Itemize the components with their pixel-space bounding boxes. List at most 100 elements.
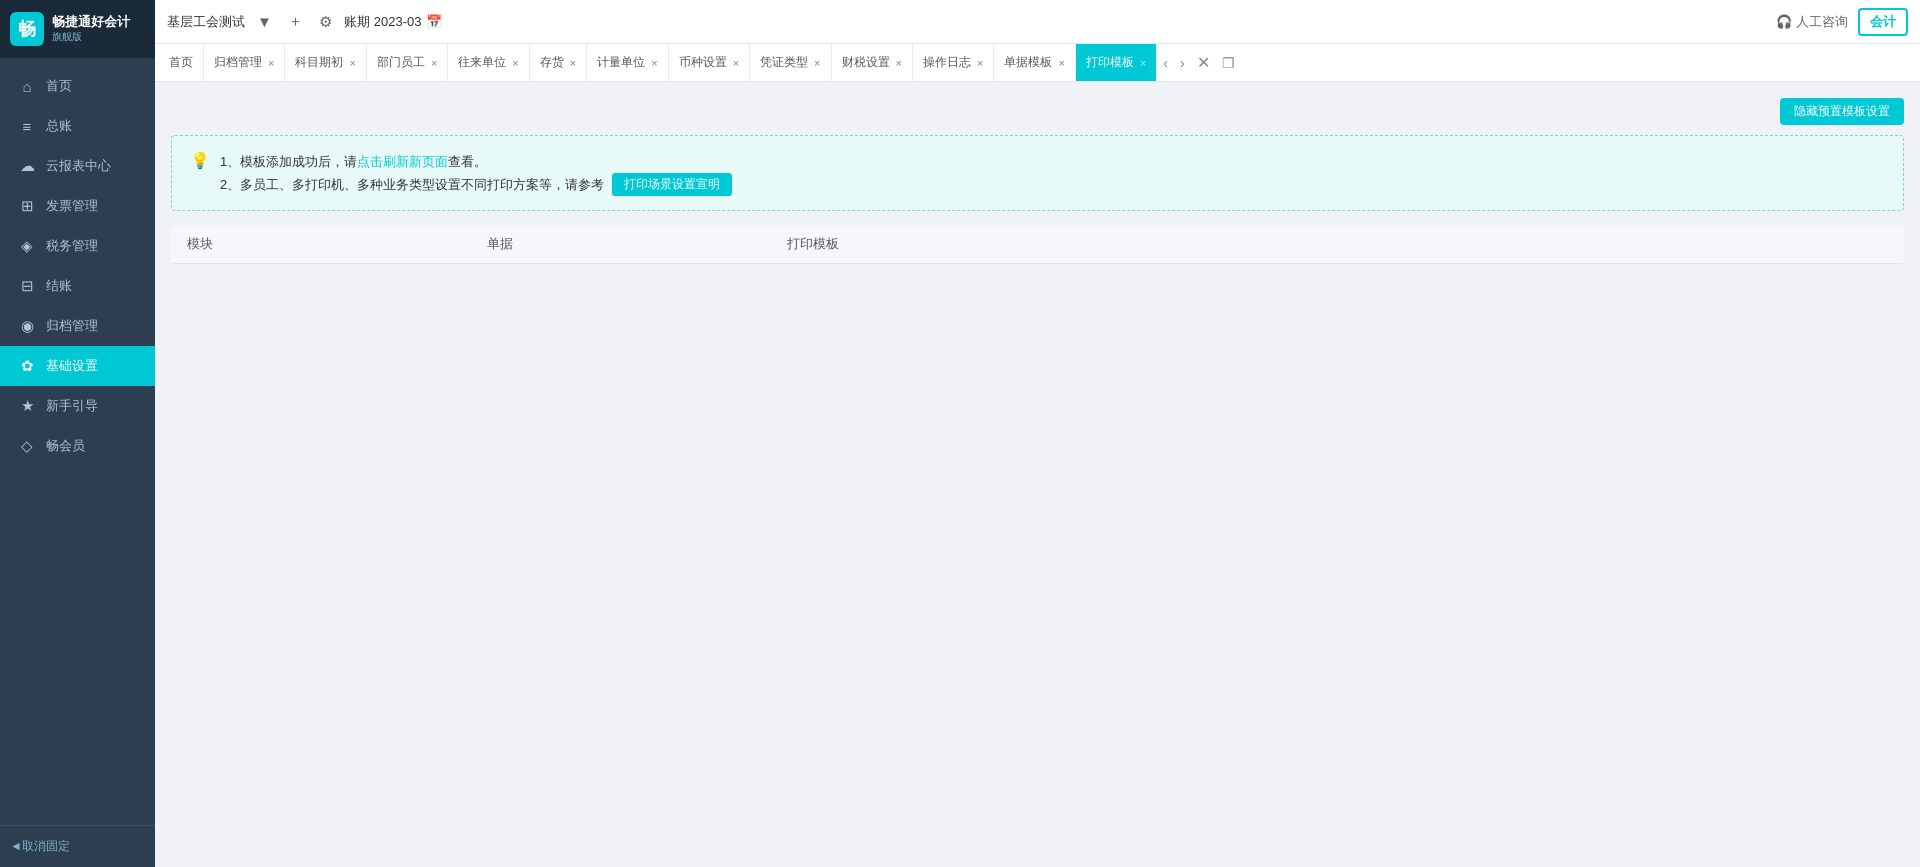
sidebar-item-tax[interactable]: ◈税务管理: [0, 226, 155, 266]
tab-凭证类型[interactable]: 凭证类型 ×: [750, 44, 831, 82]
tab-label: 部门员工: [377, 54, 425, 71]
tab-存货[interactable]: 存货 ×: [530, 44, 587, 82]
period-value: 2023-03: [374, 14, 422, 29]
hide-template-button[interactable]: 隐藏预置模板设置: [1780, 98, 1904, 125]
company-dropdown-icon[interactable]: ▼: [253, 11, 276, 32]
refresh-link[interactable]: 点击刷新新页面: [357, 154, 448, 169]
logo-icon: 畅: [10, 12, 44, 46]
nav-label-basic-settings: 基础设置: [46, 357, 98, 375]
app-logo: 畅 畅捷通好会计 旗舰版: [0, 0, 155, 58]
nav-label-member: 畅会员: [46, 437, 85, 455]
tab-close-icon[interactable]: ×: [1140, 57, 1146, 69]
tab-单据模板[interactable]: 单据模板 ×: [994, 44, 1075, 82]
calendar-icon[interactable]: 📅: [426, 14, 442, 29]
sidebar-item-invoice[interactable]: ⊞发票管理: [0, 186, 155, 226]
tab-label: 存货: [540, 54, 564, 71]
tab-close-icon[interactable]: ×: [512, 57, 518, 69]
tab-label: 单据模板: [1004, 54, 1052, 71]
tab-部门员工[interactable]: 部门员工 ×: [367, 44, 448, 82]
table-header: 模块 单据 打印模板: [171, 225, 1904, 264]
nav-label-settlement: 结账: [46, 277, 72, 295]
tab-计量单位[interactable]: 计量单位 ×: [587, 44, 668, 82]
tab-close-icon[interactable]: ×: [1058, 57, 1064, 69]
sidebar-item-home[interactable]: ⌂首页: [0, 66, 155, 106]
tab-归档管理[interactable]: 归档管理 ×: [204, 44, 285, 82]
logo-title: 畅捷通好会计: [52, 14, 130, 30]
tab-打印模板[interactable]: 打印模板×: [1076, 44, 1157, 82]
tab-科目期初[interactable]: 科目期初 ×: [285, 44, 366, 82]
info-line2-before: 2、多员工、多打印机、多种业务类型设置不同打印方案等，请参考: [220, 176, 604, 194]
tab-首页[interactable]: 首页: [159, 44, 204, 82]
sidebar-item-archive[interactable]: ◉ 归档管理: [0, 306, 155, 346]
th-document: 单据: [471, 225, 771, 263]
tab-label: 操作日志: [923, 54, 971, 71]
nav-label-guide: 新手引导: [46, 397, 98, 415]
settlement-icon: ⊟: [18, 277, 36, 295]
tab-label: 计量单位: [597, 54, 645, 71]
tab-close-icon[interactable]: ×: [814, 57, 820, 69]
period-label: 账期: [344, 13, 370, 31]
nav-label-tax: 税务管理: [46, 237, 98, 255]
tab-expand-button[interactable]: ❐: [1216, 44, 1241, 82]
sidebar-item-basic-settings[interactable]: ✿ 基础设置: [0, 346, 155, 386]
data-table: 模块 单据 打印模板: [171, 225, 1904, 264]
tab-close-icon[interactable]: ×: [733, 57, 739, 69]
sidebar-item-settlement[interactable]: ⊟ 结账: [0, 266, 155, 306]
topbar: 基层工会测试 ▼ ＋ ⚙ 账期 2023-03 📅 🎧 人工咨询 会计: [155, 0, 1920, 44]
kuaiji-label: 会计: [1870, 14, 1896, 29]
tab-close-all-button[interactable]: ✕: [1191, 44, 1216, 82]
topbar-right: 🎧 人工咨询 会计: [1776, 8, 1908, 36]
tab-close-icon[interactable]: ×: [651, 57, 657, 69]
topbar-left: 基层工会测试 ▼ ＋ ⚙ 账期 2023-03 📅: [167, 10, 442, 33]
tab-prev-button[interactable]: ‹: [1157, 44, 1174, 82]
tab-label: 科目期初: [295, 54, 343, 71]
tab-操作日志[interactable]: 操作日志 ×: [913, 44, 994, 82]
sidebar-item-member[interactable]: ◇ 畅会员: [0, 426, 155, 466]
headset-icon: 🎧: [1776, 14, 1792, 29]
add-tab-icon[interactable]: ＋: [284, 10, 307, 33]
cloud-report-icon: ☁: [18, 157, 36, 175]
nav-label-ledger: 总账: [46, 117, 72, 135]
info-line1-after: 查看。: [448, 154, 487, 169]
th-module: 模块: [171, 225, 471, 263]
member-icon: ◇: [18, 437, 36, 455]
th-print-template: 打印模板: [771, 225, 1904, 263]
nav-label-archive: 归档管理: [46, 317, 98, 335]
settings-icon[interactable]: ⚙: [315, 11, 336, 33]
tab-label: 归档管理: [214, 54, 262, 71]
period-info: 账期 2023-03 📅: [344, 13, 442, 31]
bulb-icon: 💡: [190, 151, 210, 170]
nav-label-home: 首页: [46, 77, 72, 95]
guide-icon: ★: [18, 397, 36, 415]
explain-button[interactable]: 打印场景设置宣明: [612, 173, 732, 196]
tab-close-icon[interactable]: ×: [349, 57, 355, 69]
tab-label: 财税设置: [842, 54, 890, 71]
tab-close-icon[interactable]: ×: [977, 57, 983, 69]
sidebar-nav: ⌂首页≡总账☁云报表中心⊞发票管理◈税务管理 ⊟ 结账 ◉ 归档管理 ✿ 基础设置 ★ 新手引导…: [0, 58, 155, 825]
service-button[interactable]: 🎧 人工咨询: [1776, 13, 1848, 31]
tab-label: 首页: [169, 54, 193, 71]
page-content: 隐藏预置模板设置 💡 1、模板添加成功后，请点击刷新新页面查看。 2、多员工、多…: [155, 82, 1920, 867]
main-area: 基层工会测试 ▼ ＋ ⚙ 账期 2023-03 📅 🎧 人工咨询 会计 首页归档…: [155, 0, 1920, 867]
sidebar-item-guide[interactable]: ★ 新手引导: [0, 386, 155, 426]
sidebar-item-cloud-report[interactable]: ☁云报表中心: [0, 146, 155, 186]
logo-text: 畅捷通好会计 旗舰版: [52, 14, 130, 44]
basic-settings-icon: ✿: [18, 357, 36, 375]
sidebar-footer[interactable]: ◄取消固定: [0, 825, 155, 867]
tab-往来单位[interactable]: 往来单位×: [448, 44, 529, 82]
info-text-block: 1、模板添加成功后，请点击刷新新页面查看。 2、多员工、多打印机、多种业务类型设…: [220, 150, 1885, 196]
tab-close-icon[interactable]: ×: [896, 57, 902, 69]
sidebar-item-ledger[interactable]: ≡总账: [0, 106, 155, 146]
tab-币种设置[interactable]: 币种设置×: [669, 44, 750, 82]
service-label: 人工咨询: [1796, 13, 1848, 31]
tab-close-icon[interactable]: ×: [268, 57, 274, 69]
tab-label: 凭证类型: [760, 54, 808, 71]
tab-next-button[interactable]: ›: [1174, 44, 1191, 82]
archive-icon: ◉: [18, 317, 36, 335]
tab-close-icon[interactable]: ×: [431, 57, 437, 69]
invoice-icon: ⊞: [18, 197, 36, 215]
tab-close-icon[interactable]: ×: [570, 57, 576, 69]
tab-财税设置[interactable]: 财税设置 ×: [832, 44, 913, 82]
page-toolbar: 隐藏预置模板设置: [171, 98, 1904, 125]
kuaiji-button[interactable]: 会计: [1858, 8, 1908, 36]
